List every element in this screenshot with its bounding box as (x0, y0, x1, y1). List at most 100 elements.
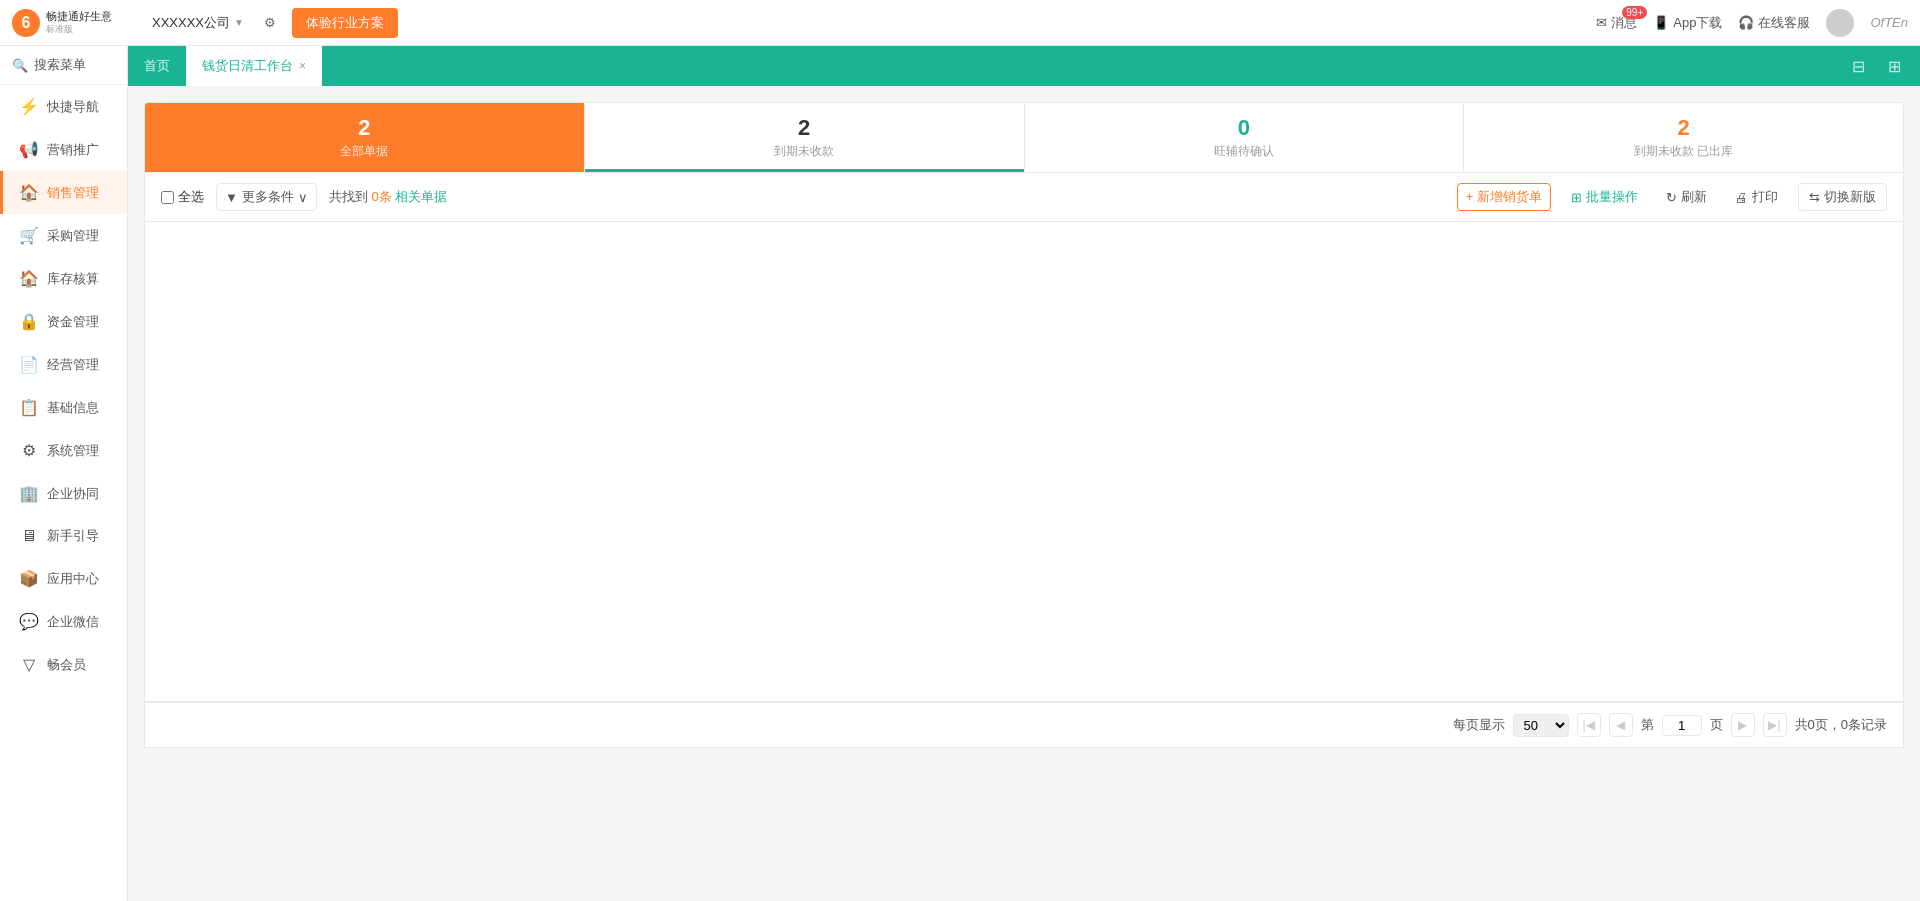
print-button[interactable]: 🖨 打印 (1727, 184, 1786, 210)
sidebar-item-operations[interactable]: 📄 经营管理 (0, 343, 127, 386)
top-header: 6 畅捷通好生意 标准版 XXXXXX公司 ▼ ⚙ 体验行业方案 ✉ 消息 99… (0, 0, 1920, 46)
status-card-pending[interactable]: 0 旺辅待确认 (1025, 103, 1465, 172)
status-cards: 2 全部单据 2 到期未收款 0 旺辅待确认 2 到期未收款 已出库 (144, 102, 1904, 173)
message-button[interactable]: ✉ 消息 99+ (1596, 14, 1637, 32)
tab-daily-cash[interactable]: 钱货日清工作台 × (186, 46, 322, 86)
sidebar-item-marketing[interactable]: 📢 营销推广 (0, 128, 127, 171)
switch-label: 切换新版 (1824, 188, 1876, 206)
select-all-checkbox[interactable] (161, 191, 174, 204)
tab-label: 钱货日清工作台 (202, 57, 293, 75)
prev-page-button[interactable]: ◀ (1609, 713, 1633, 737)
total-label: 共0页，0条记录 (1795, 716, 1887, 734)
sidebar-item-purchase[interactable]: 🛒 采购管理 (0, 214, 127, 257)
switch-version-button[interactable]: ⇆ 切换新版 (1798, 183, 1887, 211)
filter-button[interactable]: ▼ 更多条件 ∨ (216, 183, 317, 211)
service-label: 在线客服 (1758, 14, 1810, 32)
related-label[interactable]: 相关单据 (395, 189, 447, 204)
app-download-label: App下载 (1673, 14, 1722, 32)
sidebar-item-member[interactable]: ▽ 畅会员 (0, 643, 127, 686)
sidebar-item-basic-info[interactable]: 📋 基础信息 (0, 386, 127, 429)
online-service-button[interactable]: 🎧 在线客服 (1738, 14, 1810, 32)
sidebar-item-label: 系统管理 (47, 442, 99, 460)
found-prefix: 共找到 (329, 189, 368, 204)
logo-name: 畅捷通好生意 (46, 9, 112, 23)
header-right: ✉ 消息 99+ 📱 App下载 🎧 在线客服 OfTEn (1596, 9, 1908, 37)
last-page-button[interactable]: ▶| (1763, 713, 1787, 737)
logo-area: 6 畅捷通好生意 标准版 (12, 9, 140, 37)
all-count: 2 (161, 115, 568, 141)
app-icon: 📱 (1653, 15, 1669, 30)
select-all-area[interactable]: 全选 (161, 188, 204, 206)
operations-icon: 📄 (19, 355, 39, 374)
status-card-overdue[interactable]: 2 到期未收款 (585, 103, 1025, 172)
sidebar-item-inventory[interactable]: 🏠 库存核算 (0, 257, 127, 300)
sidebar-item-capital[interactable]: 🔒 资金管理 (0, 300, 127, 343)
add-order-button[interactable]: + 新增销货单 (1457, 183, 1551, 211)
member-icon: ▽ (19, 655, 39, 674)
tab-home[interactable]: 首页 (128, 46, 186, 86)
table-area (144, 222, 1904, 702)
message-icon: ✉ (1596, 15, 1607, 30)
marketing-icon: 📢 (19, 140, 39, 159)
sidebar-item-label: 经营管理 (47, 356, 99, 374)
inventory-icon: 🏠 (19, 269, 39, 288)
filter-label: 更多条件 (242, 188, 294, 206)
sidebar-item-guide[interactable]: 🖥 新手引导 (0, 515, 127, 557)
page-size-select[interactable]: 50 100 (1513, 714, 1569, 737)
company-selector[interactable]: XXXXXX公司 ▼ (140, 14, 256, 32)
system-icon: ⚙ (19, 441, 39, 460)
experience-button[interactable]: 体验行业方案 (292, 8, 398, 38)
filter-icon: ▼ (225, 190, 238, 205)
purchase-icon: 🛒 (19, 226, 39, 245)
app-download-button[interactable]: 📱 App下载 (1653, 14, 1722, 32)
logo-icon: 6 (12, 9, 40, 37)
logo-badge: 标准版 (46, 23, 112, 36)
sidebar-item-enterprise[interactable]: 🏢 企业协同 (0, 472, 127, 515)
page-size-label: 每页显示 (1453, 716, 1505, 734)
maximize-icon[interactable]: ⊞ (1880, 52, 1908, 80)
status-card-all[interactable]: 2 全部单据 (145, 103, 585, 172)
next-page-button[interactable]: ▶ (1731, 713, 1755, 737)
sidebar-item-system[interactable]: ⚙ 系统管理 (0, 429, 127, 472)
settings-icon[interactable]: ⚙ (256, 9, 284, 37)
message-badge: 99+ (1622, 6, 1647, 19)
sidebar-item-label: 库存核算 (47, 270, 99, 288)
sidebar-item-label: 企业微信 (47, 613, 99, 631)
nav-right-icons: ⊟ ⊞ (1844, 52, 1920, 80)
sidebar-item-sales[interactable]: 🏠 销售管理 (0, 171, 127, 214)
minimize-icon[interactable]: ⊟ (1844, 52, 1872, 80)
service-icon: 🎧 (1738, 15, 1754, 30)
avatar[interactable] (1826, 9, 1854, 37)
toolbar: 全选 ▼ 更多条件 ∨ 共找到 0条 相关单据 + 新增销货单 ⊞ 批量操作 ↻… (144, 173, 1904, 222)
sidebar-item-label: 应用中心 (47, 570, 99, 588)
found-count: 0条 (372, 189, 396, 204)
sidebar-item-label: 销售管理 (47, 184, 99, 202)
first-page-button[interactable]: |◀ (1577, 713, 1601, 737)
found-text: 共找到 0条 相关单据 (329, 188, 447, 206)
enterprise-icon: 🏢 (19, 484, 39, 503)
batch-icon: ⊞ (1571, 190, 1582, 205)
status-card-shipped[interactable]: 2 到期未收款 已出库 (1464, 103, 1903, 172)
select-all-label: 全选 (178, 188, 204, 206)
sidebar-item-wechat[interactable]: 💬 企业微信 (0, 600, 127, 643)
shipped-count: 2 (1480, 115, 1887, 141)
sidebar-item-quick-nav[interactable]: ⚡ 快捷导航 (0, 85, 127, 128)
refresh-button[interactable]: ↻ 刷新 (1658, 184, 1715, 210)
sales-icon: 🏠 (19, 183, 39, 202)
sidebar-item-label: 畅会员 (47, 656, 86, 674)
close-tab-icon[interactable]: × (299, 59, 306, 73)
sidebar-item-label: 营销推广 (47, 141, 99, 159)
sidebar-item-app-center[interactable]: 📦 应用中心 (0, 557, 127, 600)
sidebar-item-label: 企业协同 (47, 485, 99, 503)
batch-operation-button[interactable]: ⊞ 批量操作 (1563, 184, 1646, 210)
overdue-count: 2 (601, 115, 1008, 141)
page-suffix: 页 (1710, 716, 1723, 734)
page-input[interactable] (1662, 715, 1702, 736)
sidebar-search[interactable]: 🔍 搜索菜单 (0, 46, 127, 85)
sidebar-item-label: 快捷导航 (47, 98, 99, 116)
refresh-label: 刷新 (1681, 188, 1707, 206)
overdue-label: 到期未收款 (601, 143, 1008, 160)
shipped-label: 到期未收款 已出库 (1480, 143, 1887, 160)
pending-label: 旺辅待确认 (1041, 143, 1448, 160)
toolbar-right: + 新增销货单 ⊞ 批量操作 ↻ 刷新 🖨 打印 ⇆ 切换新版 (1457, 183, 1887, 211)
